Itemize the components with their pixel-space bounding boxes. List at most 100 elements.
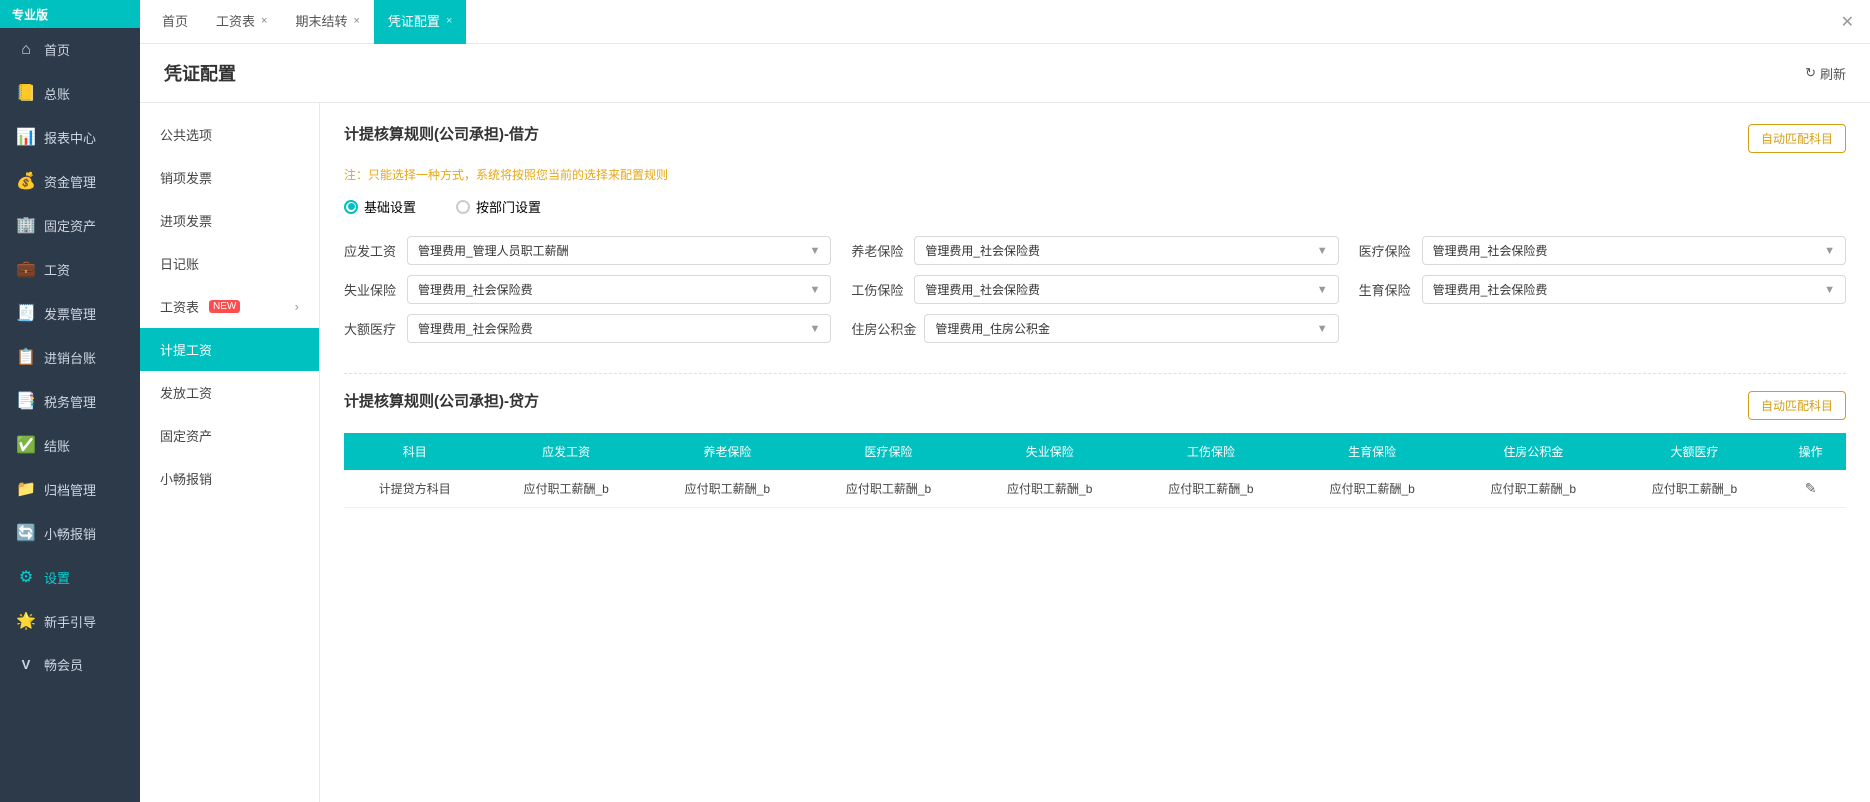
window-close-button[interactable]: ✕: [1833, 12, 1862, 32]
select-shiye-value: 管理费用_社会保险费: [418, 281, 533, 298]
tab-bar: 首页 工资表 × 期末结转 × 凭证配置 × ✕: [140, 0, 1870, 44]
radio-basic-setup[interactable]: 基础设置: [344, 197, 416, 216]
sidebar-item-label: 发票管理: [44, 304, 96, 323]
row-gongshang: 应付职工薪酬_b: [1130, 470, 1291, 508]
sidebar-item-fixed-assets[interactable]: 🏢 固定资产: [0, 203, 140, 247]
nav-item-pay-salary[interactable]: 发放工资: [140, 371, 319, 414]
nav-item-fixed-assets-nav[interactable]: 固定资产: [140, 414, 319, 457]
guide-icon: 🌟: [16, 611, 36, 631]
sidebar-item-purchase-sales[interactable]: 📋 进销台账: [0, 335, 140, 379]
sidebar-item-label: 资金管理: [44, 172, 96, 191]
right-content: 计提核算规则(公司承担)-借方 自动匹配科目 注：只能选择一种方式，系统将按照您…: [320, 103, 1870, 802]
select-daeyiliao-value: 管理费用_社会保险费: [418, 320, 533, 337]
sidebar-item-label: 总账: [44, 84, 70, 103]
sidebar-item-guide[interactable]: 🌟 新手引导: [0, 599, 140, 643]
debit-auto-match-button[interactable]: 自动匹配科目: [1748, 124, 1846, 153]
settlement-icon: ✅: [16, 435, 36, 455]
col-shengyu: 生育保险: [1292, 433, 1453, 470]
col-zhufang: 住房公积金: [1453, 433, 1614, 470]
tab-home[interactable]: 首页: [148, 0, 202, 44]
select-shiye[interactable]: 管理费用_社会保险费 ▼: [407, 275, 831, 304]
debit-form-row-2: 失业保险 管理费用_社会保险费 ▼ 工伤保险 管理费用_社会保险费 ▼: [344, 275, 1846, 304]
select-yingfa[interactable]: 管理费用_管理人员职工薪酬 ▼: [407, 236, 831, 265]
nav-item-salary-table[interactable]: 工资表 NEW ›: [140, 285, 319, 328]
new-badge: NEW: [209, 300, 240, 313]
form-item-shiye: 失业保险 管理费用_社会保险费 ▼: [344, 275, 831, 304]
ledger-icon: 📒: [16, 83, 36, 103]
select-shengyu[interactable]: 管理费用_社会保险费 ▼: [1422, 275, 1846, 304]
tab-voucher-config[interactable]: 凭证配置 ×: [374, 0, 466, 44]
sidebar-item-archive-management[interactable]: 📁 归档管理: [0, 467, 140, 511]
label-shiye: 失业保险: [344, 280, 399, 299]
select-yingfa-arrow: ▼: [809, 245, 820, 257]
select-yingfa-value: 管理费用_管理人员职工薪酬: [418, 242, 569, 259]
tax-icon: 📑: [16, 391, 36, 411]
row-edit-icon[interactable]: ✎: [1805, 480, 1817, 496]
label-shengyu: 生育保险: [1359, 280, 1414, 299]
select-yanglao[interactable]: 管理费用_社会保险费 ▼: [914, 236, 1338, 265]
select-zhufang[interactable]: 管理费用_住房公积金 ▼: [924, 314, 1338, 343]
form-item-shengyu: 生育保险 管理费用_社会保险费 ▼: [1359, 275, 1846, 304]
sidebar-item-general-ledger[interactable]: 📒 总账: [0, 71, 140, 115]
select-yanglao-value: 管理费用_社会保险费: [925, 242, 1040, 259]
col-daeyiliao: 大额医疗: [1614, 433, 1775, 470]
col-yiliao: 医疗保险: [808, 433, 969, 470]
salary-icon: 💼: [16, 259, 36, 279]
radio-by-dept[interactable]: 按部门设置: [456, 197, 541, 216]
form-item-gongshang: 工伤保险 管理费用_社会保险费 ▼: [851, 275, 1338, 304]
select-yanglao-arrow: ▼: [1317, 245, 1328, 257]
tab-period-close[interactable]: 期末结转 ×: [281, 0, 373, 44]
sidebar-item-member[interactable]: V 畅会员: [0, 643, 140, 686]
tab-home-label: 首页: [162, 11, 188, 30]
refresh-button[interactable]: ↻ 刷新: [1805, 64, 1846, 83]
sidebar-item-salary[interactable]: 💼 工资: [0, 247, 140, 291]
label-yanglao: 养老保险: [851, 241, 906, 260]
sidebar-item-label: 小畅报销: [44, 524, 96, 543]
sidebar: 专业版 ⌂ 首页 📒 总账 📊 报表中心 💰 资金管理 🏢 固定资产 💼 工资 …: [0, 0, 140, 802]
label-yiliao: 医疗保险: [1359, 241, 1414, 260]
row-shiye: 应付职工薪酬_b: [969, 470, 1130, 508]
sidebar-item-label: 结账: [44, 436, 70, 455]
row-yanglao: 应付职工薪酬_b: [647, 470, 808, 508]
col-gongshang: 工伤保险: [1130, 433, 1291, 470]
sidebar-item-xiao-chang-report[interactable]: 🔄 小畅报销: [0, 511, 140, 555]
sidebar-item-label: 新手引导: [44, 612, 96, 631]
nav-item-public-options[interactable]: 公共选项: [140, 113, 319, 156]
sidebar-item-invoice-management[interactable]: 🧾 发票管理: [0, 291, 140, 335]
nav-item-credit-invoice[interactable]: 销项发票: [140, 156, 319, 199]
credit-auto-match-button[interactable]: 自动匹配科目: [1748, 391, 1846, 420]
radio-basic-icon: [344, 200, 358, 214]
tab-voucher-config-close[interactable]: ×: [446, 15, 452, 27]
row-shengyu: 应付职工薪酬_b: [1292, 470, 1453, 508]
nav-item-debit-invoice[interactable]: 进项发票: [140, 199, 319, 242]
sidebar-item-settings[interactable]: ⚙ 设置: [0, 555, 140, 599]
debit-section-title: 计提核算规则(公司承担)-借方: [344, 123, 539, 144]
nav-item-calculate-salary[interactable]: 计提工资: [140, 328, 319, 371]
content-wrapper: 公共选项 销项发票 进项发票 日记账 工资表 NEW › 计提工资: [140, 103, 1870, 802]
nav-item-journal[interactable]: 日记账: [140, 242, 319, 285]
tab-period-close-close[interactable]: ×: [353, 15, 359, 27]
select-daeyiliao[interactable]: 管理费用_社会保险费 ▼: [407, 314, 831, 343]
tab-salary-table[interactable]: 工资表 ×: [202, 0, 281, 44]
tab-salary-table-close[interactable]: ×: [261, 15, 267, 27]
invoice-icon: 🧾: [16, 303, 36, 323]
sidebar-item-fund-management[interactable]: 💰 资金管理: [0, 159, 140, 203]
select-shengyu-arrow: ▼: [1824, 284, 1835, 296]
sidebar-item-label: 固定资产: [44, 216, 96, 235]
main-content: 首页 工资表 × 期末结转 × 凭证配置 × ✕ 凭证配置 ↻ 刷新: [140, 0, 1870, 802]
form-item-yingfa-gongzi: 应发工资 管理费用_管理人员职工薪酬 ▼: [344, 236, 831, 265]
sidebar-item-home[interactable]: ⌂ 首页: [0, 28, 140, 71]
nav-item-xiao-chang-report-nav[interactable]: 小畅报销: [140, 457, 319, 500]
select-yiliao-value: 管理费用_社会保险费: [1433, 242, 1548, 259]
tab-period-close-label: 期末结转: [295, 11, 347, 30]
select-shiye-arrow: ▼: [809, 284, 820, 296]
row-action[interactable]: ✎: [1775, 470, 1846, 508]
select-yiliao[interactable]: 管理费用_社会保险费 ▼: [1422, 236, 1846, 265]
select-gongshang[interactable]: 管理费用_社会保险费 ▼: [914, 275, 1338, 304]
home-icon: ⌂: [16, 41, 36, 59]
sidebar-item-tax-management[interactable]: 📑 税务管理: [0, 379, 140, 423]
radio-basic-label: 基础设置: [364, 197, 416, 216]
sidebar-item-label: 税务管理: [44, 392, 96, 411]
sidebar-item-report-center[interactable]: 📊 报表中心: [0, 115, 140, 159]
sidebar-item-settlement[interactable]: ✅ 结账: [0, 423, 140, 467]
